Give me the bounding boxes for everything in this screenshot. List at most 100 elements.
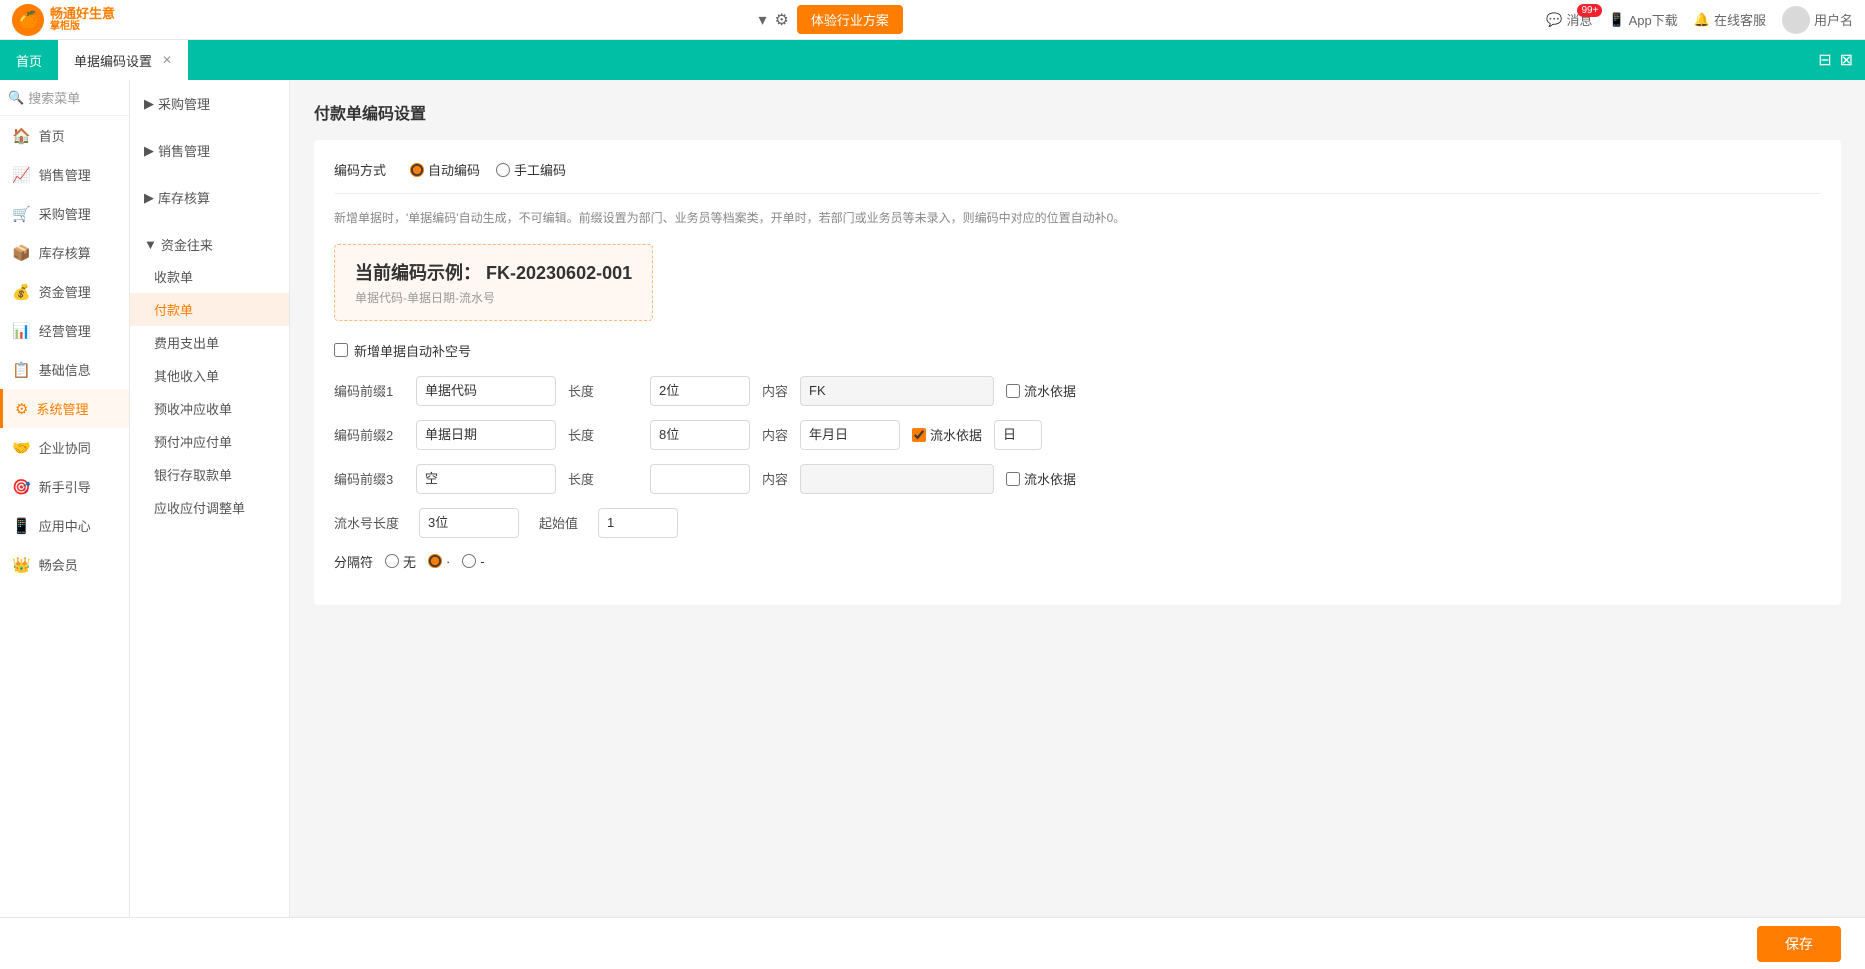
prefix2-row: 编码前缀2 单据日期 长度 8位 内容 年月日 流水依据 <box>334 420 1821 450</box>
sep-dash-radio[interactable]: - <box>462 554 484 569</box>
serial-length-row: 流水号长度 3位 4位 5位 起始值 <box>334 508 1821 538</box>
sidebar-basic-label: 基础信息 <box>39 360 91 379</box>
tab-home[interactable]: 首页 <box>0 40 58 80</box>
inner-item-bank[interactable]: 银行存取款单 <box>130 458 289 491</box>
sidebar-item-purchase[interactable]: 🛒 采购管理 <box>0 194 129 233</box>
sidebar-item-guide[interactable]: 🎯 新手引导 <box>0 467 129 506</box>
tab-code-setting[interactable]: 单据编码设置 ✕ <box>58 40 188 80</box>
sidebar-item-system[interactable]: ⚙ 系统管理 <box>0 389 129 428</box>
sep-dot-input[interactable] <box>428 554 442 568</box>
serial-length-select[interactable]: 3位 4位 5位 <box>419 508 519 538</box>
auto-fill-checkbox[interactable] <box>334 343 348 357</box>
group-inventory-title[interactable]: ▶ 库存核算 <box>130 182 289 213</box>
prefix2-label: 编码前缀2 <box>334 425 404 444</box>
phone-icon: 📱 <box>1608 12 1624 28</box>
sidebar-item-finance[interactable]: 💰 资金管理 <box>0 272 129 311</box>
app-download-item[interactable]: 📱 App下载 <box>1608 10 1677 29</box>
group-purchase: ▶ 采购管理 <box>130 80 289 127</box>
auto-code-radio[interactable]: 自动编码 <box>410 160 480 179</box>
app-download-label: App下载 <box>1629 10 1678 29</box>
settings-card: 编码方式 自动编码 手工编码 新增单据时，'单据编码'自动生成，不可编辑。前缀设… <box>314 140 1841 605</box>
sidebar-item-operation[interactable]: 📊 经营管理 <box>0 311 129 350</box>
service-icon: 🔔 <box>1694 12 1710 28</box>
serial2-input[interactable] <box>912 428 926 442</box>
sales-icon: 📈 <box>12 166 31 184</box>
logo-sub: 掌柜版 <box>50 21 115 33</box>
auto-code-input[interactable] <box>410 163 424 177</box>
sep-none-input[interactable] <box>385 554 399 568</box>
message-item[interactable]: 💬 消息 99+ <box>1546 10 1592 29</box>
nav-right-icons: ⊟ ⊠ <box>1818 50 1865 70</box>
manual-code-radio[interactable]: 手工编码 <box>496 160 566 179</box>
length3-select[interactable] <box>650 464 750 494</box>
inner-item-payment[interactable]: 付款单 <box>130 293 289 326</box>
serial3-checkbox[interactable]: 流水依据 <box>1006 469 1076 488</box>
inner-item-adjustment[interactable]: 应收应付调整单 <box>130 491 289 524</box>
tab-home-label: 首页 <box>16 51 42 70</box>
serial3-input[interactable] <box>1006 472 1020 486</box>
inner-item-receipt[interactable]: 收款单 <box>130 260 289 293</box>
appcenter-icon: 📱 <box>12 517 31 535</box>
user-avatar <box>1782 6 1810 34</box>
operation-icon: 📊 <box>12 322 31 340</box>
prefix3-select[interactable]: 空 <box>416 464 556 494</box>
inner-layout: ▶ 采购管理 ▶ 销售管理 ▶ 库存核算 ▼ 资金往来 <box>130 80 1865 969</box>
nav-tabs: 首页 单据编码设置 ✕ ⊟ ⊠ <box>0 40 1865 80</box>
tab-close-icon[interactable]: ✕ <box>162 53 172 67</box>
top-bar-center: ▾ ⚙ 体验行业方案 <box>758 5 902 34</box>
search-label: 搜索菜单 <box>28 88 80 107</box>
logo-icon: 🍊 <box>12 4 44 36</box>
inner-item-other-income[interactable]: 其他收入单 <box>130 359 289 392</box>
experience-button[interactable]: 体验行业方案 <box>797 5 903 34</box>
nav-minimize-button[interactable]: ⊟ <box>1818 50 1831 70</box>
sidebar-item-member[interactable]: 👑 畅会员 <box>0 545 129 584</box>
sep-dot-radio[interactable]: · <box>428 554 450 569</box>
inner-item-expense[interactable]: 费用支出单 <box>130 326 289 359</box>
sidebar-item-cooperation[interactable]: 🤝 企业协同 <box>0 428 129 467</box>
user-profile[interactable]: 用户名 <box>1782 6 1853 34</box>
inner-item-prepay-payable[interactable]: 预付冲应付单 <box>130 425 289 458</box>
prefix2-select[interactable]: 单据日期 <box>416 420 556 450</box>
sidebar-item-inventory[interactable]: 📦 库存核算 <box>0 233 129 272</box>
group-sales-title[interactable]: ▶ 销售管理 <box>130 135 289 166</box>
group-purchase-title[interactable]: ▶ 采购管理 <box>130 88 289 119</box>
content3-input <box>800 464 994 494</box>
main-content: 付款单编码设置 编码方式 自动编码 手工编码 <box>290 80 1865 969</box>
serial2-unit-select[interactable]: 日 月 年 <box>994 420 1042 450</box>
sep-dash-input[interactable] <box>462 554 476 568</box>
sidebar-search[interactable]: 🔍 搜索菜单 <box>0 80 129 116</box>
content3-label: 内容 <box>762 469 788 488</box>
page-title: 付款单编码设置 <box>314 100 1841 124</box>
chevron-right-icon: ▶ <box>144 96 154 112</box>
prefix1-row: 编码前缀1 单据代码 长度 2位 内容 流水依据 <box>334 376 1821 406</box>
length1-select[interactable]: 2位 <box>650 376 750 406</box>
group-purchase-label: 采购管理 <box>158 94 210 113</box>
serial1-checkbox[interactable]: 流水依据 <box>1006 381 1076 400</box>
online-service-item[interactable]: 🔔 在线客服 <box>1694 10 1766 29</box>
sidebar-operation-label: 经营管理 <box>39 321 91 340</box>
serial2-checkbox[interactable]: 流水依据 <box>912 425 982 444</box>
content2-select[interactable]: 年月日 <box>800 420 900 450</box>
prefix1-label: 编码前缀1 <box>334 381 404 400</box>
start-value-input[interactable] <box>598 508 678 538</box>
length3-label: 长度 <box>568 469 638 488</box>
length2-select[interactable]: 8位 <box>650 420 750 450</box>
manual-code-input[interactable] <box>496 163 510 177</box>
save-button[interactable]: 保存 <box>1757 926 1841 962</box>
nav-expand-button[interactable]: ⊠ <box>1840 50 1853 70</box>
group-capital-title[interactable]: ▼ 资金往来 <box>130 229 289 260</box>
sidebar-item-appcenter[interactable]: 📱 应用中心 <box>0 506 129 545</box>
prefix1-select[interactable]: 单据代码 <box>416 376 556 406</box>
sidebar-item-home[interactable]: 🏠 首页 <box>0 116 129 155</box>
inner-item-prepay-receivable[interactable]: 预收冲应收单 <box>130 392 289 425</box>
sep-none-radio[interactable]: 无 <box>385 552 416 571</box>
serial1-input[interactable] <box>1006 384 1020 398</box>
sidebar-item-basic[interactable]: 📋 基础信息 <box>0 350 129 389</box>
left-sidebar: 🔍 搜索菜单 🏠 首页 📈 销售管理 🛒 采购管理 📦 库存核算 💰 资金管理 … <box>0 80 130 969</box>
purchase-icon: 🛒 <box>12 205 31 223</box>
start-value-label: 起始值 <box>539 513 578 532</box>
expand-button[interactable]: ▾ <box>758 10 766 30</box>
serial-length-label: 流水号长度 <box>334 513 399 532</box>
settings-button[interactable]: ⚙ <box>774 10 788 30</box>
sidebar-item-sales[interactable]: 📈 销售管理 <box>0 155 129 194</box>
